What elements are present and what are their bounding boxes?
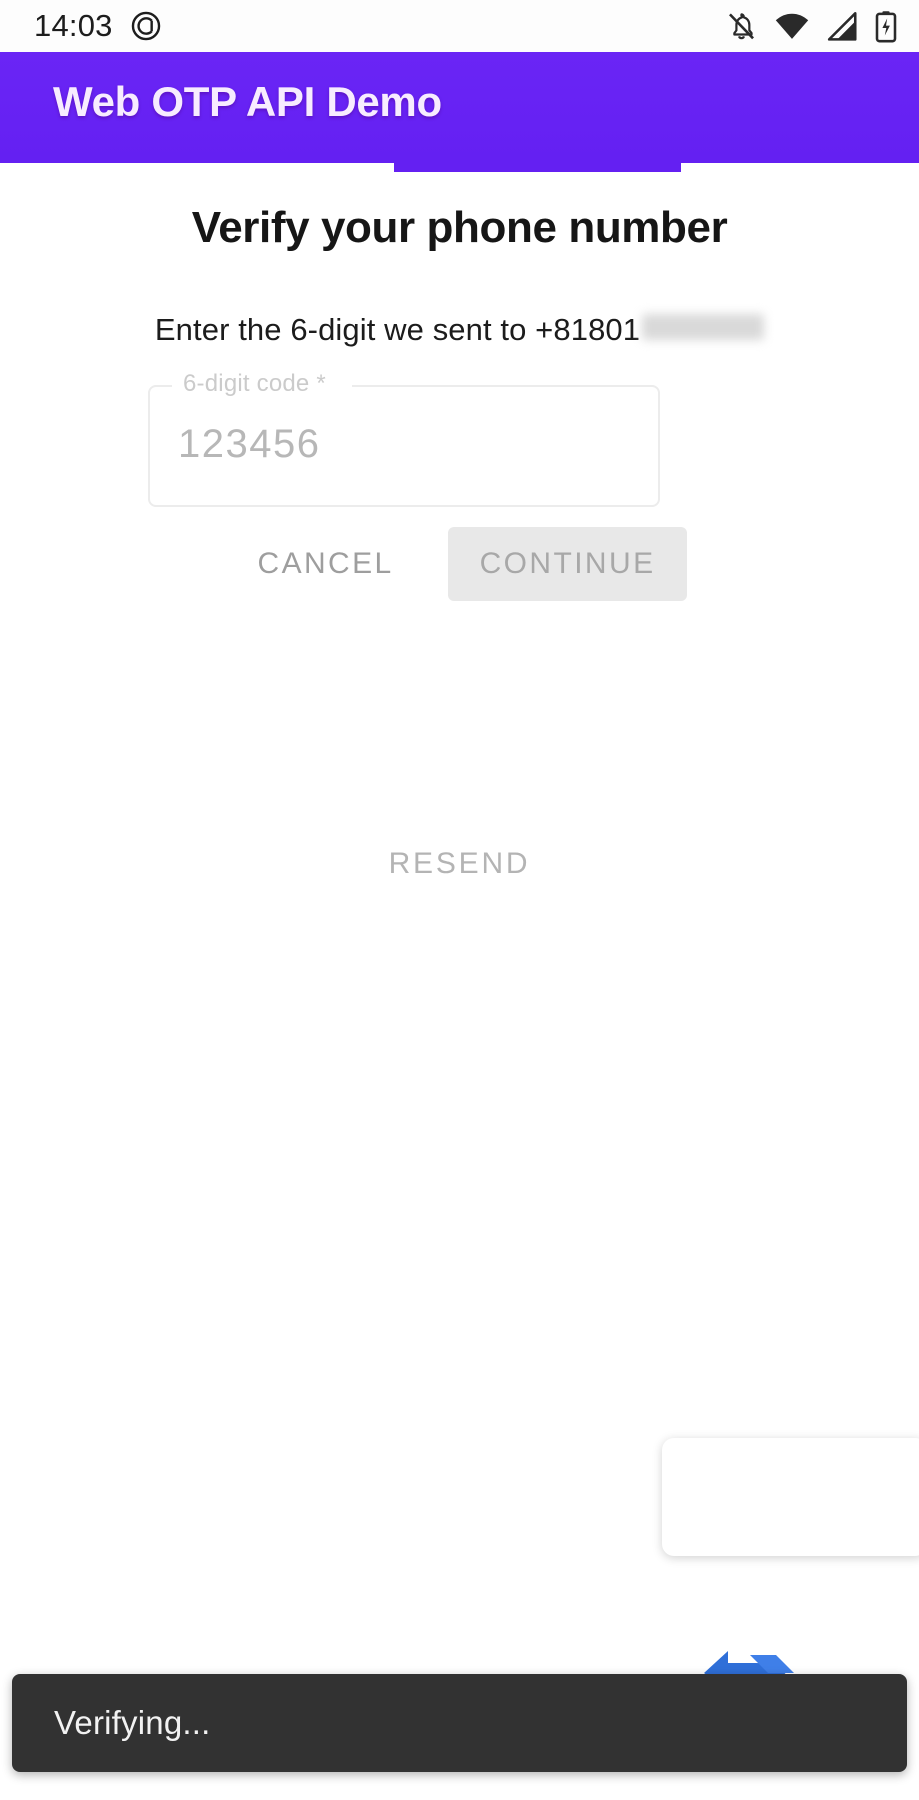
resend-button[interactable]: RESEND: [0, 847, 919, 881]
otp-field-label: 6-digit code *: [178, 370, 331, 398]
cellular-signal-icon: [827, 11, 857, 41]
dialog-action-row: CANCEL CONTINUE: [0, 527, 919, 601]
app-bar-title: Web OTP API Demo: [53, 78, 442, 125]
screen-record-icon: [131, 11, 160, 41]
notifications-off-icon: [729, 12, 754, 39]
battery-charging-icon: [875, 10, 897, 42]
snackbar-message: Verifying...: [54, 1704, 211, 1741]
cancel-button[interactable]: CANCEL: [232, 527, 420, 601]
verification-subtitle: Enter the 6-digit we sent to +81801: [0, 312, 919, 348]
status-bar-left-icons: [129, 9, 163, 43]
page-title: Verify your phone number: [191, 203, 728, 252]
status-bar-right-icons: [725, 10, 897, 43]
status-bar-clock: 14:03: [34, 8, 113, 43]
wifi-icon: [775, 13, 809, 39]
otp-code-field[interactable]: 6-digit code *: [148, 370, 660, 507]
status-bar: 14:03: [0, 0, 919, 52]
redacted-phone-number: [642, 314, 765, 340]
snackbar[interactable]: Verifying...: [12, 1674, 907, 1772]
autofill-suggestion-card[interactable]: [662, 1438, 919, 1556]
otp-code-input[interactable]: [178, 413, 618, 475]
phone-screen: 14:03 Web OTP API Demo Verify your phone…: [0, 0, 919, 1800]
app-bar-step-accent: [394, 163, 681, 172]
verification-subtitle-text: Enter the 6-digit we sent to +81801: [154, 312, 641, 347]
continue-button[interactable]: CONTINUE: [447, 527, 688, 601]
